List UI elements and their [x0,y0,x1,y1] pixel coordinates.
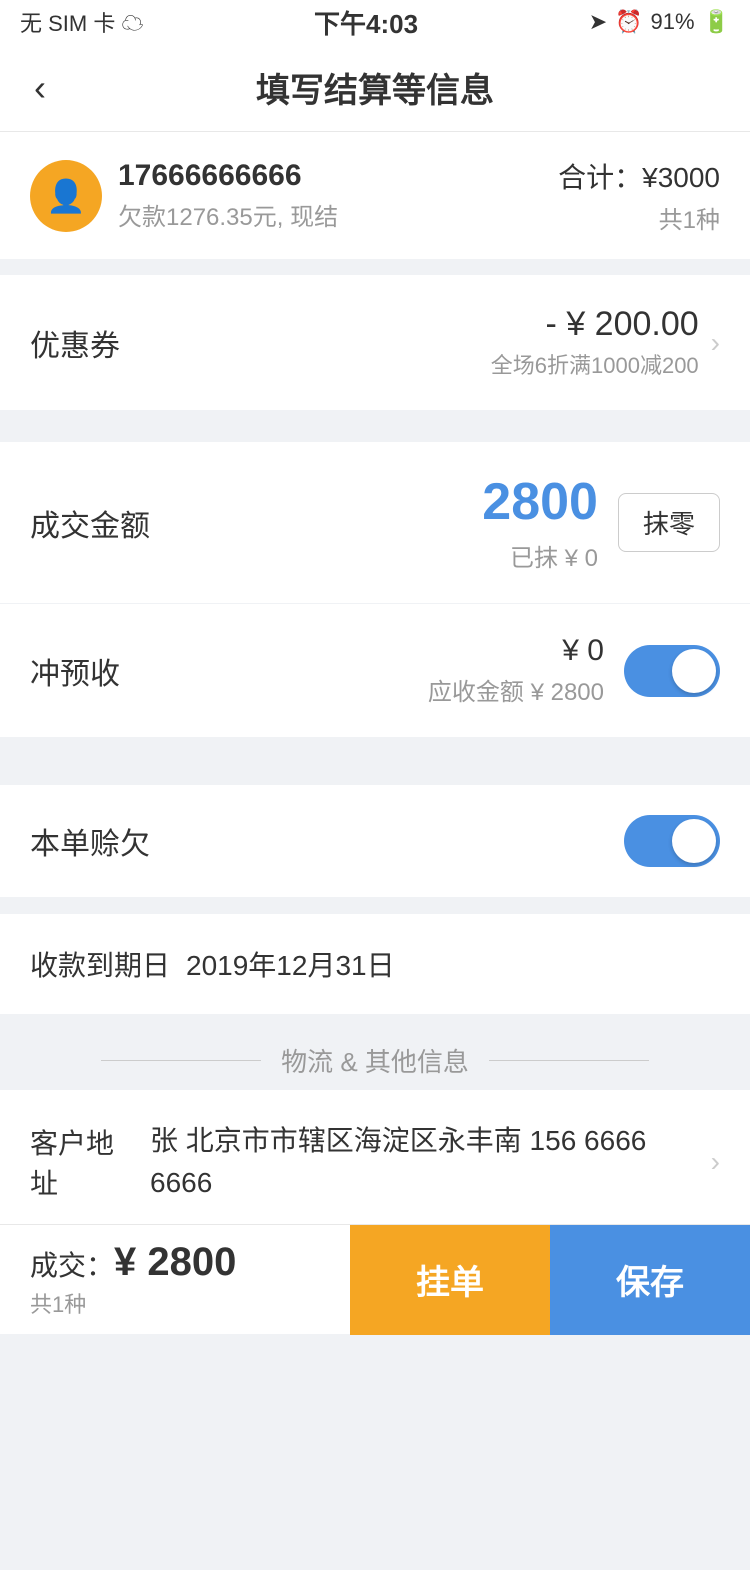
battery-level: 91% [651,9,695,35]
bottom-deal-label: 成交：¥ 2800 [30,1240,320,1285]
customer-total: 合计：¥3000 [558,156,720,196]
debt-toggle[interactable] [624,815,720,867]
bottom-amount: ¥ 2800 [114,1240,236,1284]
back-button[interactable]: ‹ [24,57,56,119]
amount-sub: 已抹 ¥ 0 [482,538,598,573]
debt-section: 本单赊欠 [0,785,750,897]
bottom-summary: 成交：¥ 2800 共1种 [0,1240,350,1319]
hang-button[interactable]: 挂单 [350,1225,550,1335]
location-icon: ➤ [589,9,607,35]
prepay-toggle[interactable] [624,645,720,697]
prepay-label: 冲预收 [30,649,120,693]
coupon-value: - ¥ 200.00 全场6折满1000减200 [491,305,699,380]
prepay-right: ¥ 0 应收金额 ¥ 2800 [428,634,720,707]
status-bar: 无 SIM 卡 ☁ 下午4:03 ➤ ⏰ 91% 🔋 [0,0,750,44]
page-title: 填写结算等信息 [256,63,494,112]
amount-label: 成交金额 [30,501,150,545]
coupon-row[interactable]: 优惠券 - ¥ 200.00 全场6折满1000减200 › [0,275,750,410]
chevron-right-icon: › [711,327,720,359]
divider-2 [0,753,750,769]
bottom-bar: 成交：¥ 2800 共1种 挂单 保存 [0,1224,750,1334]
customer-info-card: 👤 17666666666 欠款1276.35元, 现结 合计：¥3000 共1… [0,132,750,259]
customer-details: 17666666666 欠款1276.35元, 现结 [118,159,338,232]
amount-section: 成交金额 2800 已抹 ¥ 0 抹零 [0,442,750,603]
customer-count: 共1种 [558,200,720,235]
due-date-section: 收款到期日 2019年12月31日 [0,913,750,1014]
prepay-sub: 应收金额 ¥ 2800 [428,672,604,707]
due-date-value: 2019年12月31日 [186,944,395,984]
due-date-label: 收款到期日 [30,944,170,984]
customer-debt: 欠款1276.35元, 现结 [118,197,338,232]
toggle-knob [672,649,716,693]
amount-row: 成交金额 2800 已抹 ¥ 0 抹零 [30,472,720,573]
content: 👤 17666666666 欠款1276.35元, 现结 合计：¥3000 共1… [0,132,750,1570]
prepay-row: 冲预收 ¥ 0 应收金额 ¥ 2800 [30,634,720,707]
avatar: 👤 [30,160,102,232]
address-label: 客户地址 [30,1122,130,1202]
address-section[interactable]: 客户地址 张 北京市市辖区海淀区永丰南 156 6666 6666 › [0,1090,750,1234]
bottom-count: 共1种 [30,1287,320,1319]
amount-value: 2800 [482,472,598,532]
alarm-icon: ⏰ [615,9,642,35]
person-icon: 👤 [46,177,86,215]
battery-icon: 🔋 [703,9,730,35]
debt-label: 本单赊欠 [30,819,150,863]
save-button[interactable]: 保存 [550,1225,750,1335]
debt-toggle-knob [672,819,716,863]
address-value: 张 北京市市辖区海淀区永丰南 156 6666 6666 [130,1120,711,1204]
coupon-desc: 全场6折满1000减200 [491,348,699,380]
prepay-section: 冲预收 ¥ 0 应收金额 ¥ 2800 [0,603,750,737]
address-chevron-icon: › [711,1146,720,1178]
round-button[interactable]: 抹零 [618,493,720,552]
coupon-label: 优惠券 [30,321,120,365]
status-left: 无 SIM 卡 ☁ [20,6,143,38]
customer-left: 👤 17666666666 欠款1276.35元, 现结 [30,159,338,232]
nav-bar: ‹ 填写结算等信息 [0,44,750,132]
coupon-amount: - ¥ 200.00 [491,305,699,344]
coupon-right: - ¥ 200.00 全场6折满1000减200 › [491,305,720,380]
sim-label: 无 SIM 卡 ☁ [20,6,143,38]
status-right: ➤ ⏰ 91% 🔋 [589,9,730,35]
prepay-amount: ¥ 0 [428,634,604,668]
amount-value-block: 2800 已抹 ¥ 0 [482,472,598,573]
divider-1 [0,426,750,442]
customer-right: 合计：¥3000 共1种 [558,156,720,235]
status-time: 下午4:03 [314,4,418,41]
amount-right: 2800 已抹 ¥ 0 抹零 [482,472,720,573]
prepay-value-block: ¥ 0 应收金额 ¥ 2800 [428,634,604,707]
customer-phone: 17666666666 [118,159,338,193]
logistics-divider: 物流 & 其他信息 [0,1030,750,1090]
logistics-label: 物流 & 其他信息 [101,1042,649,1079]
